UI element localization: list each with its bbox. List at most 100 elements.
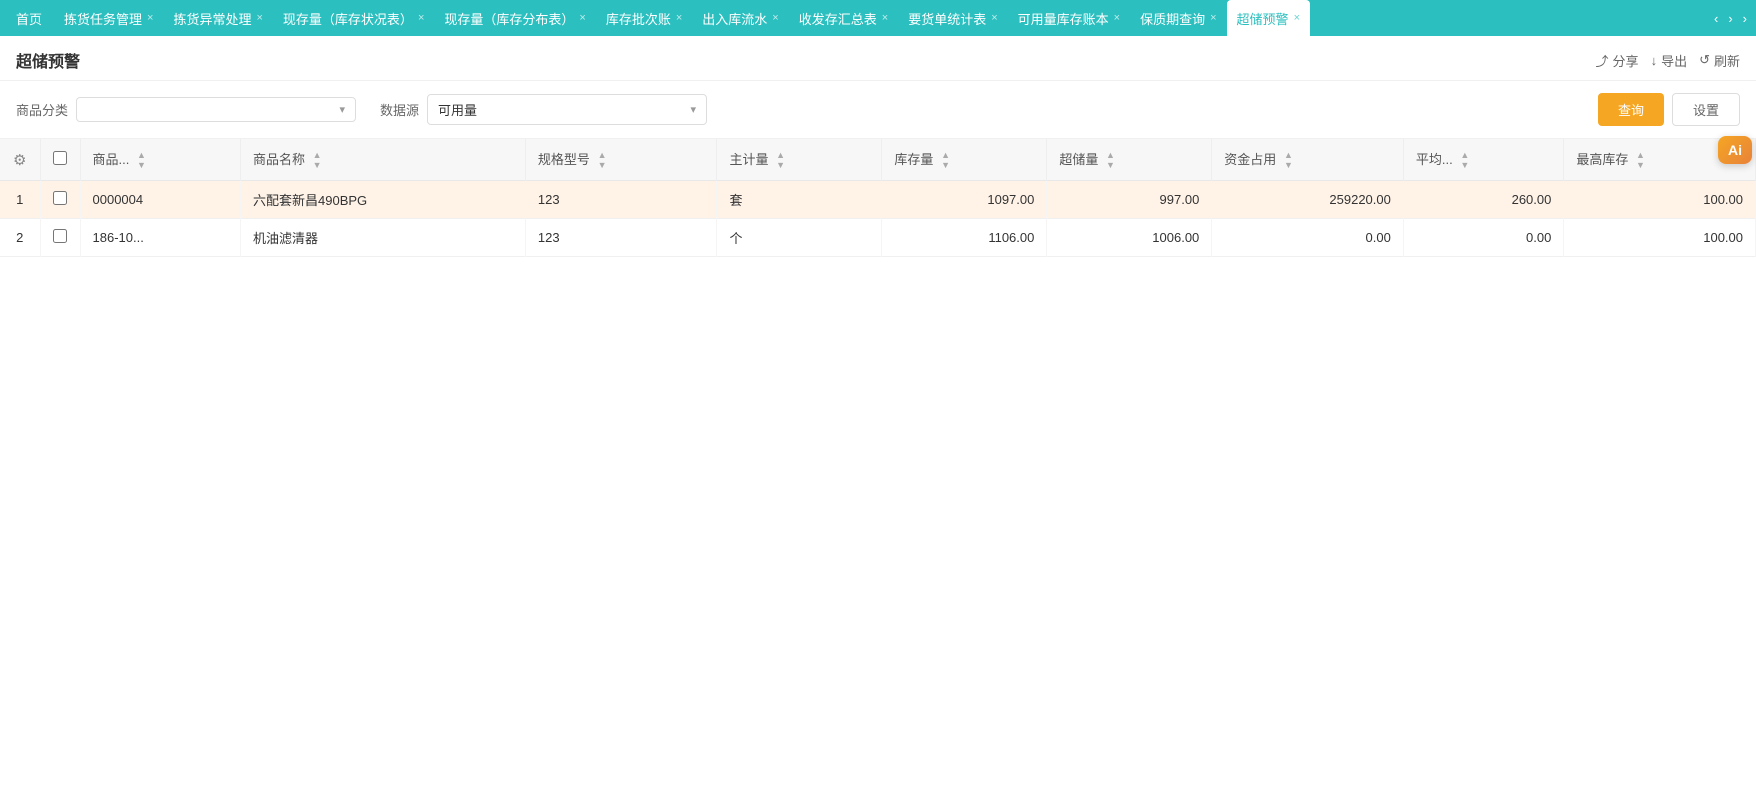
export-button[interactable]: ↓ 导出 [1651,51,1688,70]
close-icon[interactable]: × [882,12,888,24]
table-row: 1 0000004 六配套新昌490BPG 123 套 1097.00 997.… [0,181,1756,219]
nav-kucunpici[interactable]: 库存批次账 × [596,0,692,36]
nav-prev-arrow[interactable]: ‹ [1709,11,1723,26]
td-capital: 259220.00 [1212,181,1404,219]
select-all-checkbox[interactable] [53,151,67,165]
filter-area: 商品分类 ▾ 数据源 可用量 ▾ 查询 设置 [0,81,1756,139]
nav-yaohuodantj[interactable]: 要货单统计表 × [898,0,1007,36]
nav-label: 超储预警 [1237,9,1289,28]
share-button[interactable]: ⤴ 分享 [1596,51,1639,70]
table-body: 1 0000004 六配套新昌490BPG 123 套 1097.00 997.… [0,181,1756,257]
row-checkbox[interactable] [53,191,67,205]
table-row: 2 186-10... 机油滤清器 123 个 1106.00 1006.00 … [0,219,1756,257]
close-icon[interactable]: × [1294,12,1300,24]
nav-baozhi[interactable]: 保质期查询 × [1130,0,1226,36]
nav-label: 出入库流水 [702,9,767,28]
td-capital: 0.00 [1212,219,1404,257]
datasource-filter-group: 数据源 可用量 ▾ [380,94,707,125]
th-name-label: 商品名称 [253,152,305,167]
close-icon[interactable]: × [418,12,424,24]
sort-icon: ▲▼ [1460,151,1469,171]
th-spec[interactable]: 规格型号 ▲▼ [525,139,717,181]
td-code: 186-10... [80,219,241,257]
td-code: 0000004 [80,181,241,219]
sort-icon: ▲▼ [598,151,607,171]
refresh-label: 刷新 [1714,51,1740,70]
nav-label: 拣货任务管理 [64,9,142,28]
th-capital-label: 资金占用 [1224,152,1276,167]
th-code[interactable]: 商品... ▲▼ [80,139,241,181]
commodity-label: 商品分类 [16,100,68,119]
nav-home[interactable]: 首页 [4,0,54,36]
close-icon[interactable]: × [772,12,778,24]
td-excess: 997.00 [1047,181,1212,219]
nav-keyongliang[interactable]: 可用量库存账本 × [1008,0,1130,36]
td-checkbox [40,181,80,219]
close-icon[interactable]: × [1114,12,1120,24]
th-avg[interactable]: 平均... ▲▼ [1403,139,1564,181]
th-stock-label: 库存量 [894,152,933,167]
th-unit[interactable]: 主计量 ▲▼ [717,139,882,181]
nav-label: 收发存汇总表 [799,9,877,28]
chevron-down-icon: ▾ [691,103,697,116]
th-excess[interactable]: 超储量 ▲▼ [1047,139,1212,181]
th-avg-label: 平均... [1416,152,1453,167]
close-icon[interactable]: × [676,12,682,24]
nav-jianhuoyichangchuli[interactable]: 拣货异常处理 × [163,0,272,36]
chevron-down-icon: ▾ [339,103,345,116]
th-settings: ⚙ [0,139,40,181]
page-title: 超储预警 [16,48,80,72]
td-stock: 1106.00 [882,219,1047,257]
nav-label: 保质期查询 [1140,9,1205,28]
td-avg: 0.00 [1403,219,1564,257]
sort-icon: ▲▼ [776,151,785,171]
close-icon[interactable]: × [991,12,997,24]
nav-xiancunliang-kuaizhuang[interactable]: 现存量（库存状况表） × [273,0,434,36]
settings-button[interactable]: 设置 [1672,93,1740,126]
nav-churukuliushui[interactable]: 出入库流水 × [692,0,788,36]
close-icon[interactable]: × [579,12,585,24]
filter-actions: 查询 设置 [1598,93,1740,126]
commodity-select[interactable]: ▾ [76,97,356,122]
th-checkbox [40,139,80,181]
td-avg: 260.00 [1403,181,1564,219]
share-icon: ⤴ [1596,51,1609,70]
td-checkbox [40,219,80,257]
gear-icon[interactable]: ⚙ [13,152,26,169]
refresh-button[interactable]: ↺ 刷新 [1699,51,1740,70]
nav-chaochuyujing[interactable]: 超储预警 × [1227,0,1310,36]
sort-icon: ▲▼ [137,151,146,171]
nav-label: 要货单统计表 [908,9,986,28]
nav-next-arrow[interactable]: › [1723,11,1737,26]
sort-icon: ▲▼ [941,151,950,171]
nav-label: 现存量（库存分布表） [444,9,574,28]
nav-shoufahuizongbiao[interactable]: 收发存汇总表 × [789,0,898,36]
nav-label: 拣货异常处理 [173,9,251,28]
close-icon[interactable]: × [147,12,153,24]
row-checkbox[interactable] [53,229,67,243]
close-icon[interactable]: × [256,12,262,24]
table-area: ⚙ 商品... ▲▼ 商品名称 ▲▼ 规格型号 ▲▼ [0,139,1756,257]
td-excess: 1006.00 [1047,219,1212,257]
refresh-icon: ↺ [1699,52,1710,68]
td-max-stock: 100.00 [1564,181,1756,219]
datasource-select-text: 可用量 [438,100,477,119]
nav-label: 可用量库存账本 [1018,9,1109,28]
close-icon[interactable]: × [1210,12,1216,24]
th-capital[interactable]: 资金占用 ▲▼ [1212,139,1404,181]
sort-icon: ▲▼ [1636,151,1645,171]
th-stock[interactable]: 库存量 ▲▼ [882,139,1047,181]
td-spec: 123 [525,219,717,257]
ai-badge[interactable]: Ai [1718,136,1752,164]
td-max-stock: 100.00 [1564,219,1756,257]
datasource-select[interactable]: 可用量 ▾ [427,94,707,125]
nav-jianhuorenwuguanli[interactable]: 拣货任务管理 × [54,0,163,36]
nav-more-arrow[interactable]: › [1738,11,1752,26]
nav-label: 现存量（库存状况表） [283,9,413,28]
query-button[interactable]: 查询 [1598,93,1664,126]
nav-xiancunliang-fenbubiao[interactable]: 现存量（库存分布表） × [434,0,595,36]
sort-icon: ▲▼ [1106,151,1115,171]
td-name: 六配套新昌490BPG [241,181,526,219]
th-name[interactable]: 商品名称 ▲▼ [241,139,526,181]
page-header: 超储预警 ⤴ 分享 ↓ 导出 ↺ 刷新 [0,36,1756,81]
